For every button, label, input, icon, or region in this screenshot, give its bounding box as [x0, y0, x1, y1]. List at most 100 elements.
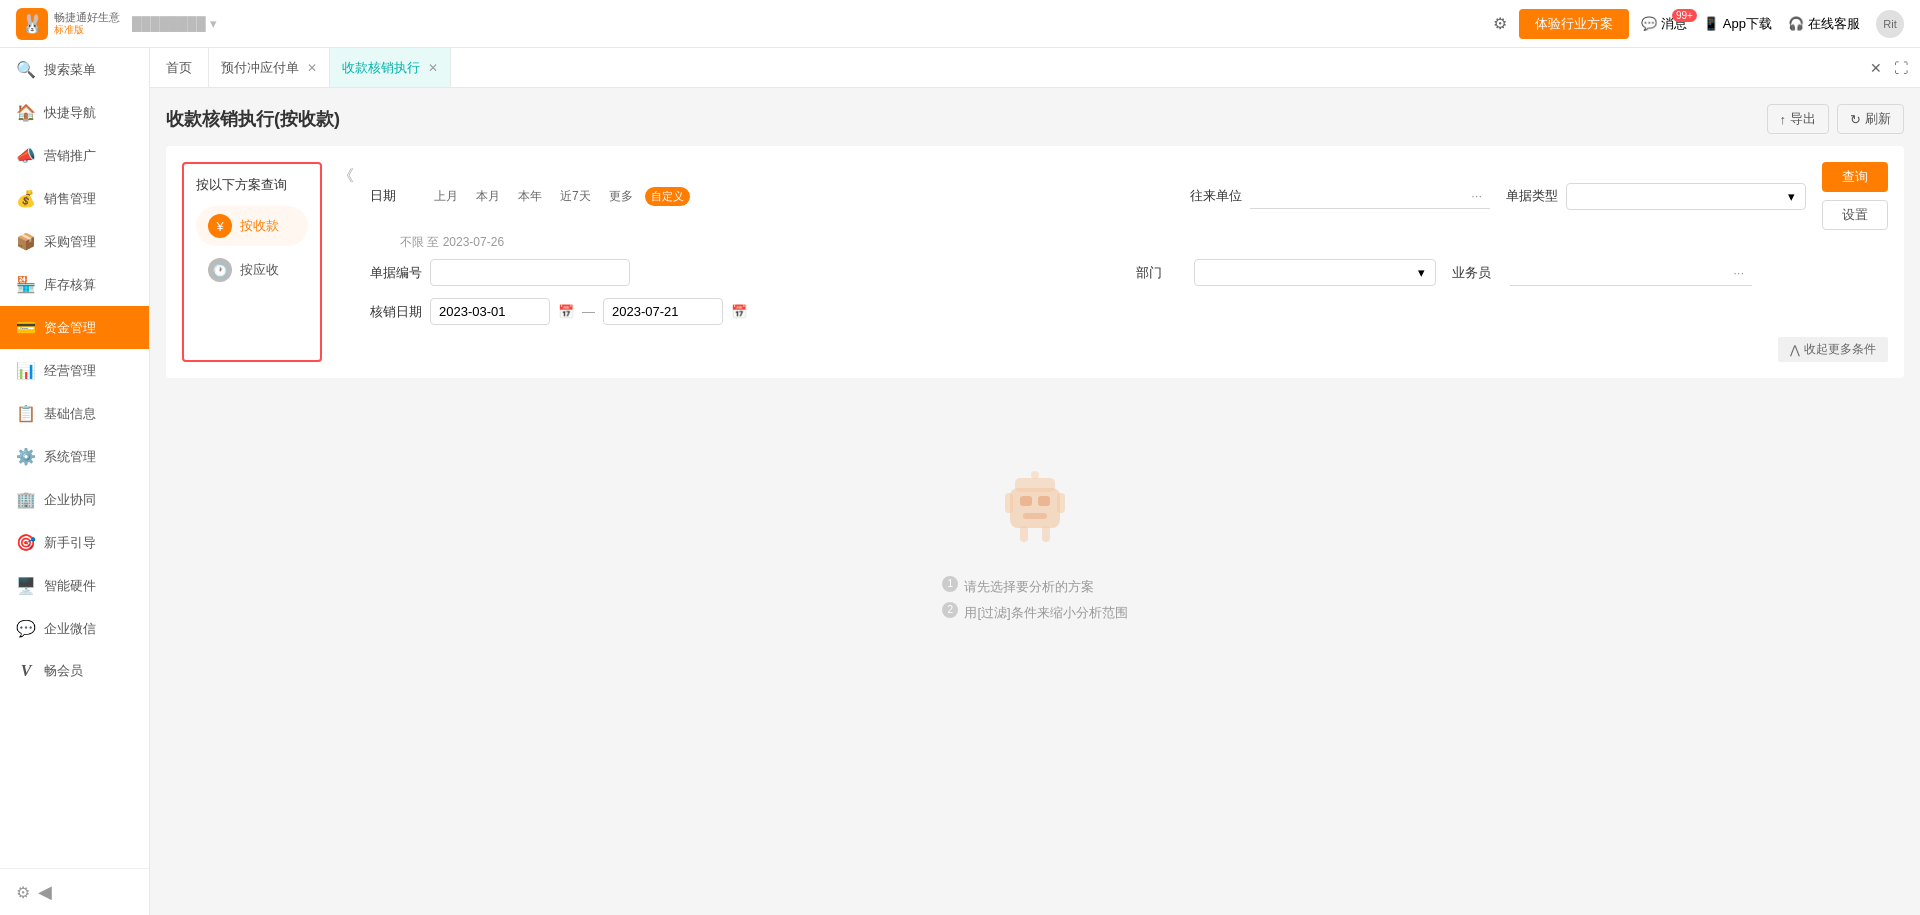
industry-solution-button[interactable]: 体验行业方案 — [1519, 9, 1629, 39]
svg-rect-4 — [1005, 493, 1013, 513]
sidebar-label-quick-nav: 快捷导航 — [44, 104, 96, 122]
sidebar-label-hardware: 智能硬件 — [44, 577, 96, 595]
doc-type-label: 单据类型 — [1506, 187, 1558, 205]
svg-rect-5 — [1057, 493, 1065, 513]
sidebar-item-enterprise[interactable]: 🏢 企业协同 — [0, 478, 149, 521]
sidebar-item-member[interactable]: V 畅会员 — [0, 650, 149, 692]
user-avatar: Rit — [1876, 10, 1904, 38]
user-profile[interactable]: Rit — [1876, 10, 1904, 38]
inventory-icon: 🏪 — [16, 275, 36, 294]
purchase-icon: 📦 — [16, 232, 36, 251]
dept-label: 部门 — [1136, 264, 1186, 282]
tip-num-1: 1 — [942, 576, 958, 592]
online-service-button[interactable]: 🎧 在线客服 — [1788, 15, 1860, 33]
counterparty-more-icon[interactable]: ··· — [1463, 188, 1490, 203]
staff-more-icon[interactable]: ··· — [1725, 265, 1752, 280]
sidebar-label-inventory: 库存核算 — [44, 276, 96, 294]
sidebar-item-sales[interactable]: 💰 销售管理 — [0, 177, 149, 220]
filter-scheme-panel: 按以下方案查询 ¥ 按收款 🕐 按应收 — [182, 162, 322, 362]
filter-date-field: 日期 上月 本月 本年 近7天 更多 自定义 — [370, 186, 1086, 207]
app-download-button[interactable]: 📱 App下载 — [1703, 15, 1772, 33]
filter-staff-field: 业务员 ··· — [1452, 260, 1752, 286]
query-button[interactable]: 查询 — [1822, 162, 1888, 192]
sidebar-item-finance[interactable]: 💳 资金管理 — [0, 306, 149, 349]
sidebar-item-operations[interactable]: 📊 经营管理 — [0, 349, 149, 392]
tab-expand-button[interactable]: ⛶ — [1890, 56, 1912, 80]
filter-doc-no-field: 单据编号 — [370, 259, 1120, 286]
sidebar-item-system[interactable]: ⚙️ 系统管理 — [0, 435, 149, 478]
finance-icon: 💳 — [16, 318, 36, 337]
filter-writeoff-date-field: 核销日期 📅 — 📅 — [370, 298, 1888, 325]
app-name: 畅捷通好生意 标准版 — [54, 11, 120, 36]
svg-rect-3 — [1023, 513, 1047, 519]
guide-icon: 🎯 — [16, 533, 36, 552]
writeoff-date-start-input[interactable] — [430, 298, 550, 325]
service-icon: 🎧 — [1788, 16, 1804, 31]
empty-tip-1: 1 请先选择要分析的方案 — [942, 574, 1127, 600]
sidebar-label-finance: 资金管理 — [44, 319, 96, 337]
date-7days[interactable]: 近7天 — [554, 186, 597, 207]
date-label: 日期 — [370, 187, 420, 205]
doc-type-select[interactable]: ▾ — [1566, 183, 1806, 210]
date-more[interactable]: 更多 — [603, 186, 639, 207]
export-button[interactable]: ↑ 导出 — [1767, 104, 1830, 134]
date-this-year[interactable]: 本年 — [512, 186, 548, 207]
company-dropdown-icon[interactable]: ▾ — [210, 16, 217, 31]
sidebar-label-purchase: 采购管理 — [44, 233, 96, 251]
sidebar-item-marketing[interactable]: 📣 营销推广 — [0, 134, 149, 177]
sidebar-label-sales: 销售管理 — [44, 190, 96, 208]
tab-receive[interactable]: 收款核销执行 ✕ — [330, 48, 451, 87]
svg-rect-6 — [1020, 526, 1028, 542]
settings-gear-button[interactable]: ⚙ — [1493, 14, 1507, 33]
sidebar-item-hardware[interactable]: 🖥️ 智能硬件 — [0, 564, 149, 607]
dept-select[interactable]: ▾ — [1194, 259, 1436, 286]
date-last-month[interactable]: 上月 — [428, 186, 464, 207]
sidebar-item-wechat[interactable]: 💬 企业微信 — [0, 607, 149, 650]
tip-num-2: 2 — [942, 602, 958, 618]
sidebar-item-basic-info[interactable]: 📋 基础信息 — [0, 392, 149, 435]
empty-state: 1 请先选择要分析的方案 2 用[过滤]条件来缩小分析范围 — [166, 378, 1904, 706]
sidebar-item-purchase[interactable]: 📦 采购管理 — [0, 220, 149, 263]
filter-scheme-title: 按以下方案查询 — [196, 176, 308, 194]
filter-option-by-receipt[interactable]: ¥ 按收款 — [196, 206, 308, 246]
writeoff-start-calendar-icon[interactable]: 📅 — [558, 304, 574, 319]
counterparty-label: 往来单位 — [1190, 187, 1242, 205]
sidebar-item-inventory[interactable]: 🏪 库存核算 — [0, 263, 149, 306]
settings-icon[interactable]: ⚙ — [16, 883, 30, 902]
filter-row-1: 日期 上月 本月 本年 近7天 更多 自定义 — [370, 162, 1888, 230]
sidebar-item-search[interactable]: 🔍 搜索菜单 — [0, 48, 149, 91]
date-custom-badge[interactable]: 自定义 — [645, 187, 690, 206]
sidebar-label-wechat: 企业微信 — [44, 620, 96, 638]
svg-rect-8 — [1015, 478, 1055, 492]
filter-counterparty-field: 往来单位 ··· — [1190, 183, 1490, 209]
tab-home[interactable]: 首页 — [150, 48, 209, 87]
top-bar: 🐰 畅捷通好生意 标准版 ████████ ▾ ⚙ 体验行业方案 💬 消息 99… — [0, 0, 1920, 48]
doc-no-input[interactable] — [430, 259, 630, 286]
filter-panel-collapse-button[interactable]: 《 — [334, 162, 358, 191]
tab-prepay-close[interactable]: ✕ — [307, 62, 317, 74]
message-button[interactable]: 💬 消息 99+ — [1641, 15, 1687, 33]
counterparty-input[interactable] — [1250, 183, 1463, 208]
setting-button[interactable]: 设置 — [1822, 200, 1888, 230]
doc-type-dropdown-icon: ▾ — [1788, 189, 1795, 204]
tab-close-all-button[interactable]: ✕ — [1866, 56, 1886, 80]
writeoff-date-end-input[interactable] — [603, 298, 723, 325]
refresh-button[interactable]: ↻ 刷新 — [1837, 104, 1904, 134]
sidebar-label-system: 系统管理 — [44, 448, 96, 466]
empty-tip-2: 2 用[过滤]条件来缩小分析范围 — [942, 600, 1127, 626]
company-selector[interactable]: ████████ ▾ — [132, 16, 1481, 31]
tab-prepay[interactable]: 预付冲应付单 ✕ — [209, 48, 330, 87]
staff-input[interactable] — [1510, 260, 1725, 285]
writeoff-date-label: 核销日期 — [370, 303, 422, 321]
filter-option-by-receivable[interactable]: 🕐 按应收 — [196, 250, 308, 290]
collapse-more-button[interactable]: ⋀ 收起更多条件 — [1778, 337, 1888, 362]
message-badge: 99+ — [1672, 9, 1697, 22]
sidebar-item-quick-nav[interactable]: 🏠 快捷导航 — [0, 91, 149, 134]
date-shortcuts-group: 上月 本月 本年 近7天 更多 自定义 — [428, 186, 690, 207]
sidebar-collapse-button[interactable]: ◀︎ — [38, 881, 52, 903]
date-this-month[interactable]: 本月 — [470, 186, 506, 207]
page-content: 收款核销执行(按收款) ↑ 导出 ↻ 刷新 按以下方案查询 — [150, 88, 1920, 915]
tab-receive-close[interactable]: ✕ — [428, 62, 438, 74]
writeoff-end-calendar-icon[interactable]: 📅 — [731, 304, 747, 319]
sidebar-item-guide[interactable]: 🎯 新手引导 — [0, 521, 149, 564]
